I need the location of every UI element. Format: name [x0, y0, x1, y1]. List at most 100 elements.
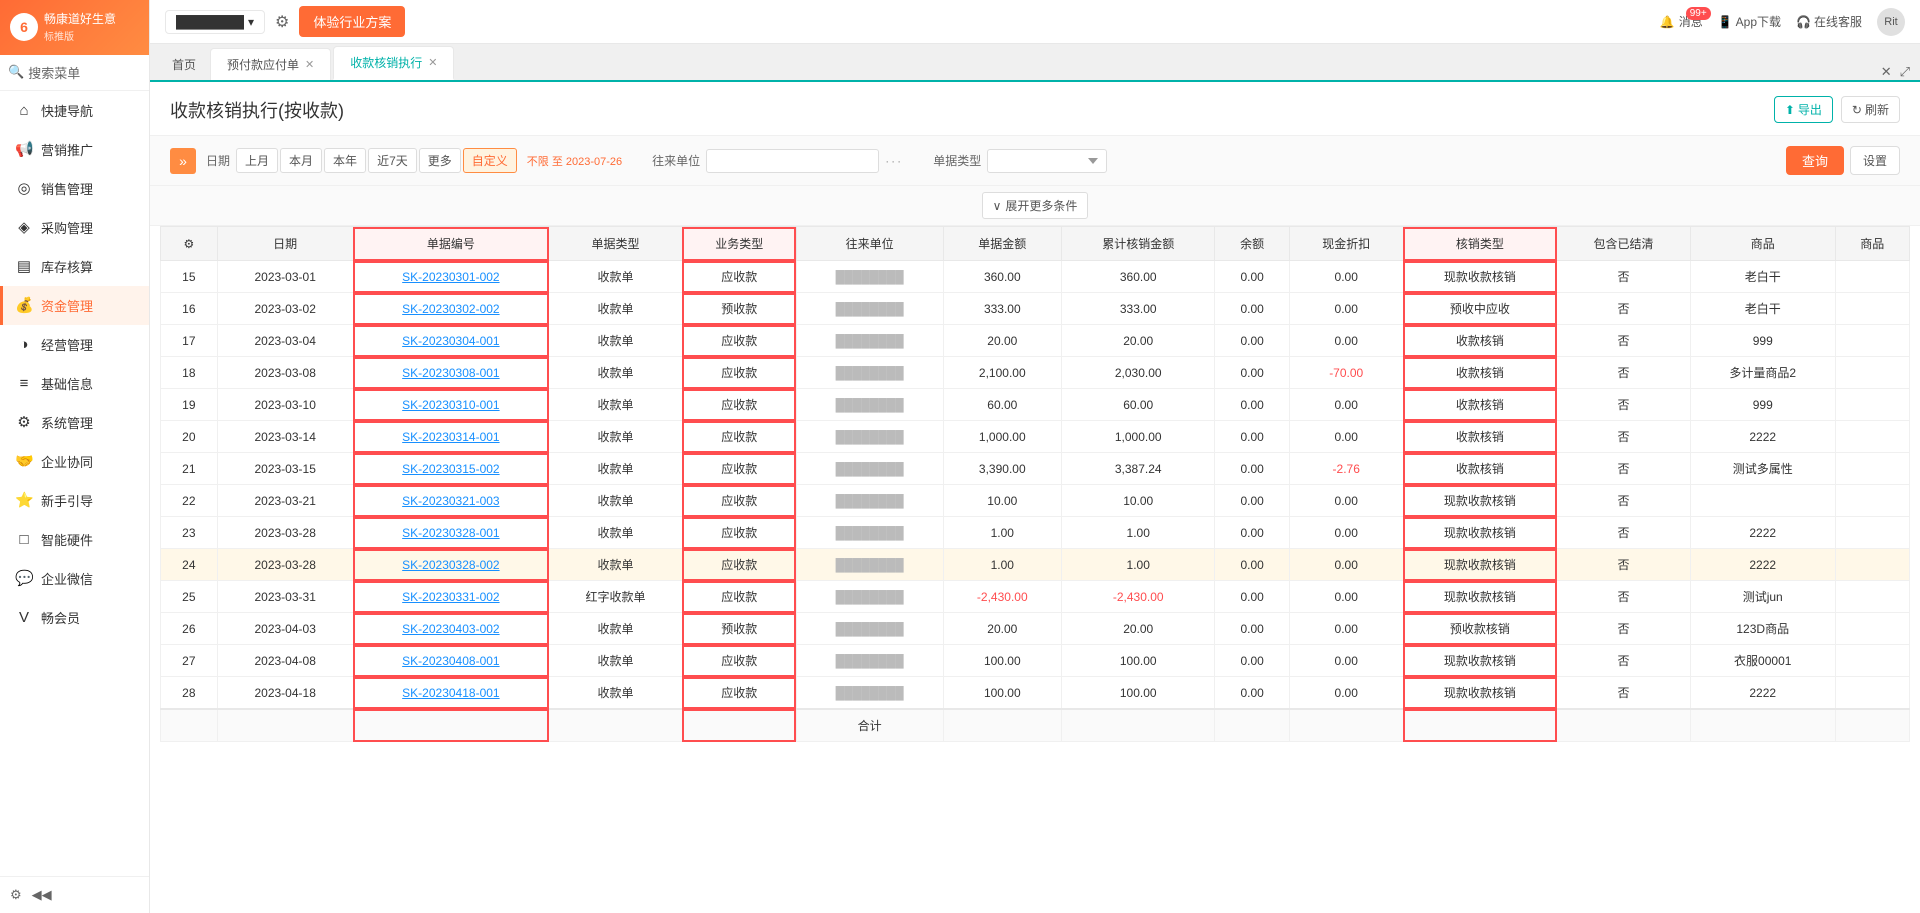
cell-no: 26	[161, 613, 218, 645]
search-menu[interactable]: 🔍 搜索菜单	[0, 55, 149, 91]
filter-expand-button[interactable]: »	[170, 148, 196, 174]
sidebar-item-label: 基础信息	[41, 374, 93, 393]
date-range-display: 不限 至 2023-07-26	[527, 153, 622, 169]
th-cumulative-amount[interactable]: 累计核销金额	[1061, 227, 1215, 261]
custom-date-btn[interactable]: 自定义	[463, 148, 517, 173]
sidebar-item-system[interactable]: ⚙ 系统管理	[0, 403, 149, 442]
bill-no-link[interactable]: SK-20230301-002	[402, 270, 499, 284]
filter-settings-button[interactable]: 设置	[1850, 146, 1900, 175]
messages-button[interactable]: 🔔 消息 99+	[1660, 13, 1703, 30]
sidebar-item-operation[interactable]: ◑ 经营管理	[0, 325, 149, 364]
bill-no-link[interactable]: SK-20230321-003	[402, 494, 499, 508]
bill-no-link[interactable]: SK-20230302-002	[402, 302, 499, 316]
bill-no-link[interactable]: SK-20230314-001	[402, 430, 499, 444]
cell-cash-discount: -70.00	[1289, 357, 1403, 389]
query-button[interactable]: 查询	[1786, 146, 1844, 175]
sidebar-item-sales[interactable]: ◎ 销售管理	[0, 169, 149, 208]
user-avatar[interactable]: Rit	[1877, 8, 1905, 36]
bill-no-link[interactable]: SK-20230304-001	[402, 334, 499, 348]
maximize-icon[interactable]: ⤢	[1900, 64, 1910, 80]
cell-bill-amount: 20.00	[943, 613, 1061, 645]
this-month-btn[interactable]: 本月	[280, 148, 322, 173]
more-date-btn[interactable]: 更多	[419, 148, 461, 173]
th-include-settled[interactable]: 包含已结清	[1557, 227, 1691, 261]
prepay-tab-close-icon[interactable]: ✕	[305, 58, 314, 71]
cell-goods: 2222	[1690, 421, 1835, 453]
th-bill-amount[interactable]: 单据金额	[943, 227, 1061, 261]
tab-home[interactable]: 首页	[160, 49, 208, 80]
th-cash-discount[interactable]: 现金折扣	[1289, 227, 1403, 261]
th-balance[interactable]: 余额	[1215, 227, 1289, 261]
bill-no-link[interactable]: SK-20230331-002	[402, 590, 499, 604]
last-7days-btn[interactable]: 近7天	[368, 148, 417, 173]
sidebar-item-wechat[interactable]: 💬 企业微信	[0, 559, 149, 598]
online-service-button[interactable]: 🎧 在线客服	[1796, 13, 1862, 30]
bill-no-link[interactable]: SK-20230315-002	[402, 462, 499, 476]
bill-no-link[interactable]: SK-20230328-001	[402, 526, 499, 540]
tab-prepay[interactable]: 预付款应付单 ✕	[210, 48, 331, 80]
sidebar-item-smart[interactable]: □ 智能硬件	[0, 520, 149, 559]
expand-more-button[interactable]: ∨ 展开更多条件	[982, 192, 1089, 219]
sidebar-item-fund[interactable]: 💰 资金管理	[0, 286, 149, 325]
topbar-gear-icon[interactable]: ⚙	[275, 12, 289, 32]
cell-cash-discount: 0.00	[1289, 517, 1403, 549]
bill-type-filter-group: 单据类型 收款单 红字收款单	[933, 149, 1107, 173]
refresh-icon: ↻	[1852, 103, 1862, 117]
cell-bill-no: SK-20230331-002	[353, 581, 548, 613]
expand-more-bar: ∨ 展开更多条件	[150, 186, 1920, 226]
cell-date: 2023-03-04	[217, 325, 353, 357]
cell-bill-amount: 2,100.00	[943, 357, 1061, 389]
data-table: ⚙ 日期 单据编号 单据类型 业务类型 往来单位 单据金额 累计核销金额 余额 …	[160, 226, 1910, 742]
th-goods2[interactable]: 商品	[1835, 227, 1909, 261]
app-logo: 6 畅康道好生意 标推版	[0, 0, 149, 55]
sidebar-item-vip[interactable]: V 畅会员	[0, 598, 149, 637]
receipt-tab-close-icon[interactable]: ✕	[428, 56, 437, 69]
bill-no-link[interactable]: SK-20230418-001	[402, 686, 499, 700]
close-all-icon[interactable]: ✕	[1881, 64, 1892, 80]
th-counterparty[interactable]: 往来单位	[796, 227, 943, 261]
sidebar-item-inventory[interactable]: ▤ 库存核算	[0, 247, 149, 286]
bill-no-link[interactable]: SK-20230310-001	[402, 398, 499, 412]
settings-icon[interactable]: ⚙	[10, 887, 22, 903]
bill-no-link[interactable]: SK-20230308-001	[402, 366, 499, 380]
sales-icon: ◎	[15, 179, 33, 197]
app-download-button[interactable]: 📱 App下载	[1718, 13, 1781, 30]
home-icon: ⌂	[15, 102, 33, 119]
cell-goods: 测试jun	[1690, 581, 1835, 613]
bill-no-link[interactable]: SK-20230403-002	[402, 622, 499, 636]
sidebar-item-beginner[interactable]: ⭐ 新手引导	[0, 481, 149, 520]
phone-icon: 📱	[1718, 15, 1733, 29]
solution-button[interactable]: 体验行业方案	[299, 6, 405, 37]
bill-no-link[interactable]: SK-20230328-002	[402, 558, 499, 572]
th-date[interactable]: 日期	[217, 227, 353, 261]
th-gear[interactable]: ⚙	[161, 227, 218, 261]
th-biz-type[interactable]: 业务类型	[682, 227, 796, 261]
bill-type-select[interactable]: 收款单 红字收款单	[987, 149, 1107, 173]
sidebar-item-purchase[interactable]: ◈ 采购管理	[0, 208, 149, 247]
cell-date: 2023-03-02	[217, 293, 353, 325]
sidebar-item-marketing[interactable]: 📢 营销推广	[0, 130, 149, 169]
this-year-btn[interactable]: 本年	[324, 148, 366, 173]
th-bill-no[interactable]: 单据编号	[353, 227, 548, 261]
last-month-btn[interactable]: 上月	[236, 148, 278, 173]
sidebar-item-quick-nav[interactable]: ⌂ 快捷导航	[0, 91, 149, 130]
cell-balance: 0.00	[1215, 453, 1289, 485]
th-goods[interactable]: 商品	[1690, 227, 1835, 261]
sidebar-item-basic[interactable]: ≡ 基础信息	[0, 364, 149, 403]
cell-no: 25	[161, 581, 218, 613]
counterparty-input[interactable]	[706, 149, 879, 173]
collapse-icon[interactable]: ◀◀	[32, 887, 52, 903]
bill-no-link[interactable]: SK-20230408-001	[402, 654, 499, 668]
th-verify-type[interactable]: 核销类型	[1403, 227, 1557, 261]
th-bill-type[interactable]: 单据类型	[549, 227, 683, 261]
tab-receipt-verify[interactable]: 收款核销执行 ✕	[333, 46, 454, 80]
refresh-button[interactable]: ↻ 刷新	[1841, 96, 1900, 123]
sidebar-item-enterprise[interactable]: 🤝 企业协同	[0, 442, 149, 481]
cell-counterparty: ████████	[796, 357, 943, 389]
branch-dropdown[interactable]: ████████ ▾	[165, 10, 265, 34]
export-button[interactable]: ⬆ 导出	[1774, 96, 1833, 123]
cell-counterparty: ████████	[796, 613, 943, 645]
sidebar-item-label: 企业协同	[41, 452, 93, 471]
vip-icon: V	[15, 609, 33, 626]
cell-verify-type: 收款核销	[1403, 389, 1557, 421]
